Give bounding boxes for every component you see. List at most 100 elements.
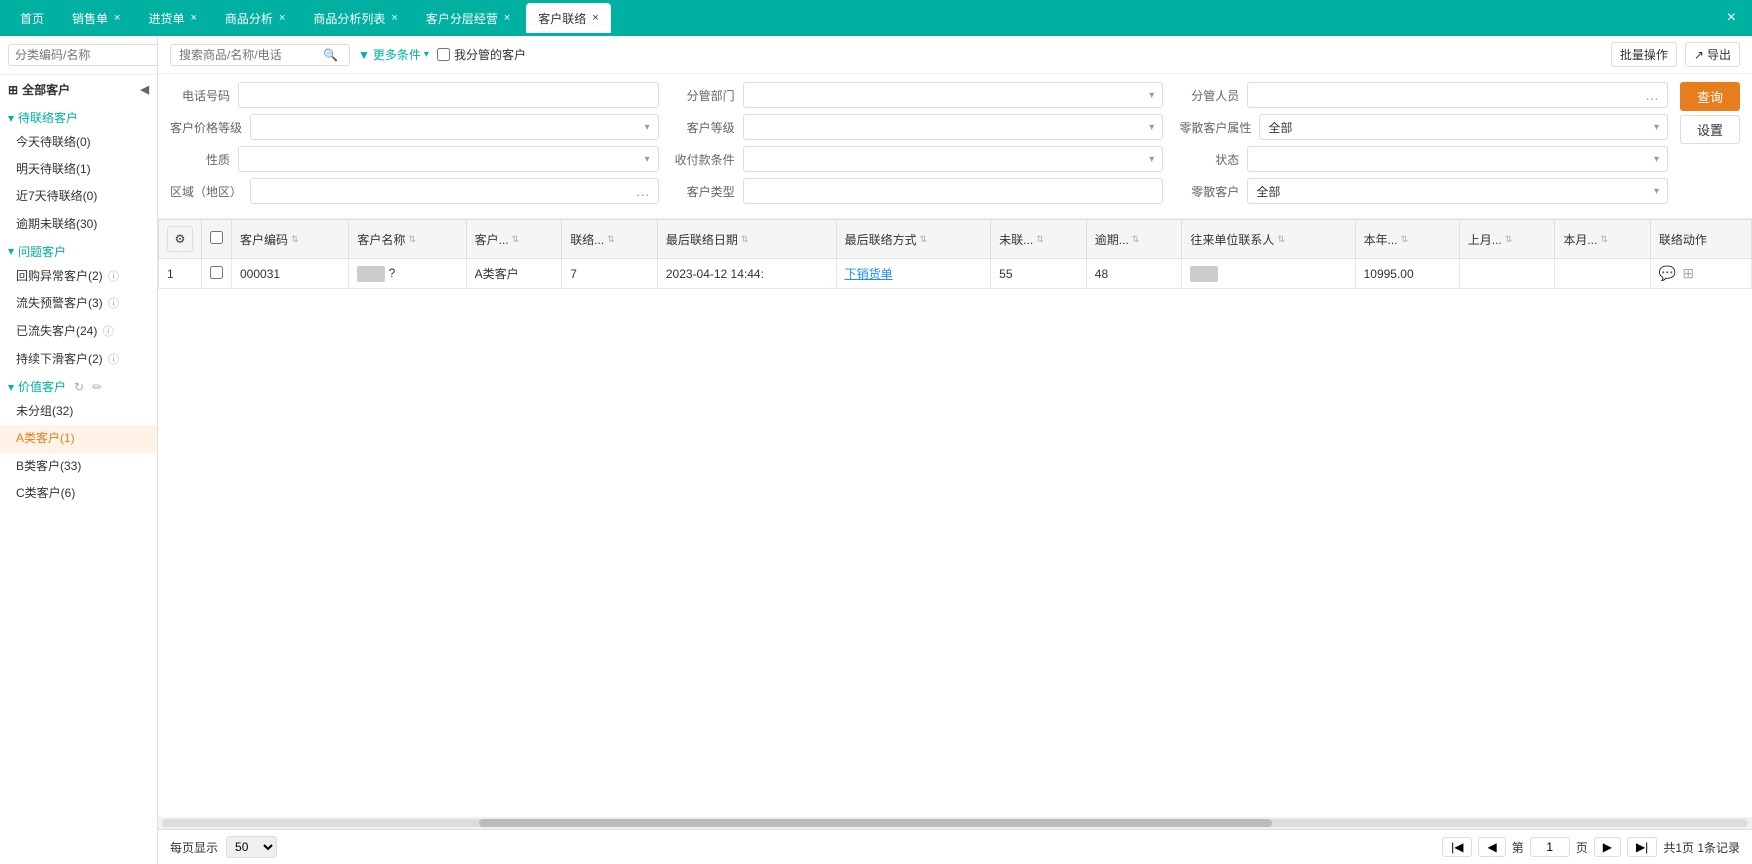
filter-retail-attr-label: 零散客户属性 [1179,119,1251,136]
sidebar-item-continuous-decline[interactable]: 持续下滑客户(2) ⓘ [0,346,157,374]
name-color-block [357,266,385,282]
filter-price-level-select[interactable]: ▾ [250,114,659,140]
col-this-month: 本月... ⇅ [1555,220,1651,259]
chat-icon[interactable]: 💬 [1659,265,1676,282]
tab-customer-contact-close[interactable]: × [592,12,598,24]
sidebar-item-repurchase-abnormal[interactable]: 回购异常客户(2) ⓘ [0,263,157,291]
sidebar-item-class-c[interactable]: C类客户(6) [0,480,157,507]
filter-nature-select[interactable]: ▾ [238,146,659,172]
chevron-down-icon: ▾ [424,49,429,60]
tab-customer-segment-close[interactable]: × [504,12,510,24]
sidebar: 🔍 ⊞ 全部客户 ◀ ▾ 待联络客户 今天待联络(0) 明天待联络(1) 近7天… [0,36,158,864]
group-pending-contact-label: 待联络客户 [18,109,78,126]
group-pending-contact[interactable]: ▾ 待联络客户 [0,104,157,129]
filter-status-select[interactable]: ▾ [1247,146,1668,172]
sort-icon-name[interactable]: ⇅ [408,234,416,245]
next-page-button[interactable]: ▶ [1594,837,1621,857]
edit-icon[interactable]: ✏ [92,380,102,394]
sort-icon-unit-contact[interactable]: ⇅ [1277,234,1285,245]
last-page-button[interactable]: ▶| [1627,837,1657,857]
filter-region-input[interactable]: … [250,178,659,204]
sort-icon-this-month[interactable]: ⇅ [1600,234,1608,245]
sort-icon-last-date[interactable]: ⇅ [741,234,749,245]
first-page-button[interactable]: |◀ [1442,837,1472,857]
filter-phone-input[interactable] [238,82,659,108]
prev-page-button[interactable]: ◀ [1478,837,1505,857]
filter-customer-level-select[interactable]: ▾ [743,114,1164,140]
sidebar-item-tomorrow-contact[interactable]: 明天待联络(1) [0,156,157,183]
sidebar-item-today-contact[interactable]: 今天待联络(0) [0,129,157,156]
my-customers-label: 我分管的客户 [454,46,526,63]
filter-retail-attr: 零散客户属性 全部▾ [1179,114,1668,140]
all-customers-header[interactable]: ⊞ 全部客户 ◀ [0,75,157,104]
sort-icon-last-method[interactable]: ⇅ [920,234,928,245]
sidebar-item-churn-warning[interactable]: 流失预警客户(3) ⓘ [0,290,157,318]
grid-action-icon[interactable]: ⊞ [1682,265,1694,282]
refresh-icon[interactable]: ↻ [74,380,84,394]
sort-icon-contact[interactable]: ⇅ [607,234,615,245]
filter-payment-select[interactable]: ▾ [743,146,1164,172]
query-button[interactable]: 查询 [1680,82,1740,111]
row-select-checkbox[interactable] [210,266,223,279]
filter-search-icon[interactable]: 🔍 [323,48,338,62]
col-last-date: 最后联络日期 ⇅ [657,220,836,259]
sidebar-item-churned[interactable]: 已流失客户(24) ⓘ [0,318,157,346]
filter-customer-type: 客户类型 [675,178,1164,204]
filter-retail-customer-select[interactable]: 全部▾ [1247,178,1668,204]
filter-retail-attr-select[interactable]: 全部▾ [1259,114,1668,140]
filter-search-box[interactable]: 🔍 [170,44,350,66]
tab-goods-analysis-close[interactable]: × [279,12,285,24]
sort-icon-code[interactable]: ⇅ [291,234,299,245]
filter-person-input[interactable]: … [1247,82,1668,108]
row-actions: 💬 ⊞ [1650,259,1751,289]
pagination: |◀ ◀ 第 页 ▶ ▶| 共1页 1条记录 [1442,837,1740,857]
gear-settings-icon[interactable]: ⚙ [167,226,193,252]
scrollbar-thumb[interactable] [479,819,1272,827]
tab-purchase-label: 进货单 [148,10,184,27]
filter-retail-customer-label: 零散客户 [1179,183,1239,200]
batch-op-button[interactable]: 批量操作 [1611,42,1677,67]
row-overdue: 48 [1086,259,1182,289]
filter-customer-type-input[interactable] [743,178,1164,204]
sidebar-item-overdue-contact[interactable]: 逾期未联络(30) [0,211,157,238]
collapse-icon[interactable]: ◀ [141,83,149,96]
sort-icon-overdue[interactable]: ⇅ [1132,234,1140,245]
page-number-input[interactable] [1530,837,1570,857]
sidebar-search-input[interactable] [8,44,158,66]
row-last-method[interactable]: 下销货单 [836,259,991,289]
tab-goods-analysis[interactable]: 商品分析 × [213,3,297,33]
group-problem-customers[interactable]: ▾ 问题客户 [0,238,157,263]
sort-icon-type[interactable]: ⇅ [512,234,520,245]
col-this-year: 本年... ⇅ [1355,220,1459,259]
my-customers-checkbox[interactable] [437,48,450,61]
filter-dept-select[interactable]: ▾ [743,82,1164,108]
tab-sales-close[interactable]: × [114,12,120,24]
group-value-customers[interactable]: ▾ 价值客户 ↻ ✏ [0,373,157,398]
sidebar-item-class-a[interactable]: A类客户(1) [0,425,157,452]
window-close-button[interactable]: × [1719,5,1744,31]
tab-home[interactable]: 首页 [8,3,56,33]
tab-customer-contact[interactable]: 客户联络 × [526,3,610,33]
export-button[interactable]: ↗ 导出 [1685,42,1740,67]
filter-search-input[interactable] [179,48,319,62]
horizontal-scrollbar[interactable] [158,817,1752,829]
row-last-method-link[interactable]: 下销货单 [845,267,893,281]
col-gear[interactable]: ⚙ [159,220,202,259]
sort-icon-this-year[interactable]: ⇅ [1401,234,1409,245]
sidebar-item-7days-contact[interactable]: 近7天待联络(0) [0,183,157,210]
tab-purchase-close[interactable]: × [190,12,196,24]
tab-purchase[interactable]: 进货单 × [136,3,208,33]
sort-icon-no-contact[interactable]: ⇅ [1036,234,1044,245]
scrollbar-track[interactable] [162,819,1748,827]
tab-customer-segment[interactable]: 客户分层经营 × [414,3,522,33]
per-page-select[interactable]: 50 100 200 [226,836,277,858]
sidebar-item-class-b[interactable]: B类客户(33) [0,453,157,480]
tab-goods-analysis-list[interactable]: 商品分析列表 × [301,3,409,33]
setting-button[interactable]: 设置 [1680,115,1740,144]
sort-icon-last-month[interactable]: ⇅ [1505,234,1513,245]
filter-more-button[interactable]: ▼ 更多条件 ▾ [358,46,429,63]
select-all-checkbox[interactable] [210,231,223,244]
tab-goods-analysis-list-close[interactable]: × [391,12,397,24]
tab-sales[interactable]: 销售单 × [60,3,132,33]
sidebar-item-unclassified[interactable]: 未分组(32) [0,398,157,425]
